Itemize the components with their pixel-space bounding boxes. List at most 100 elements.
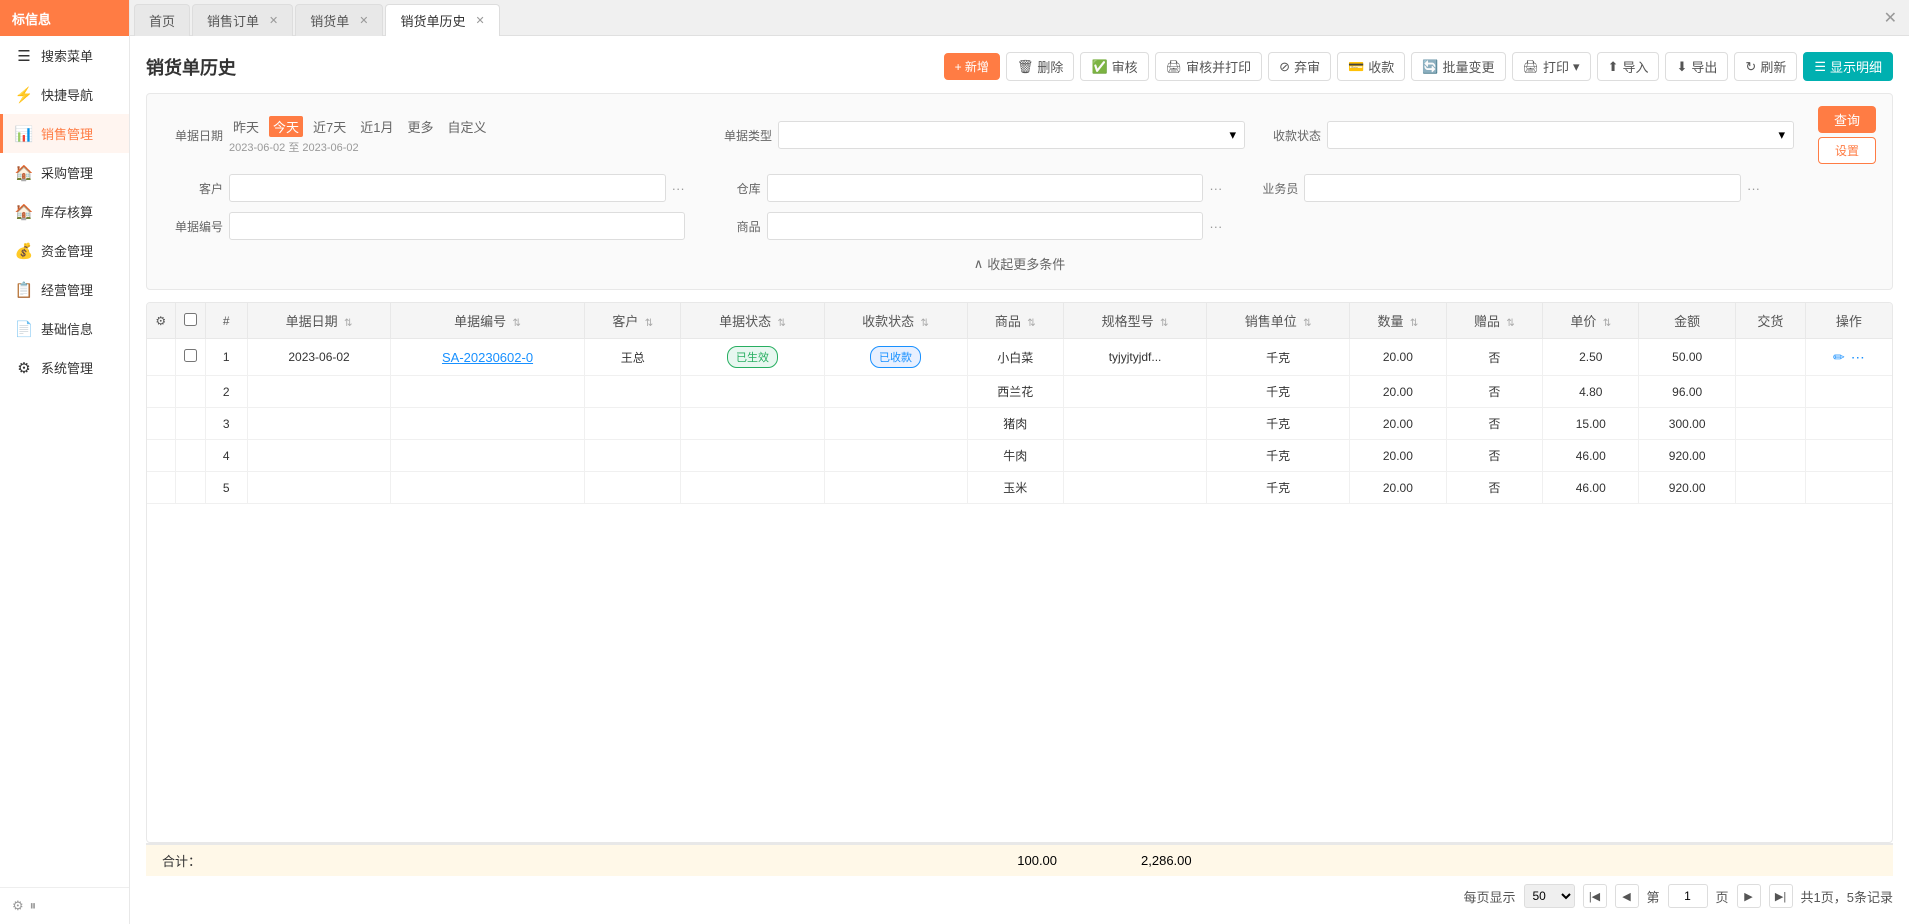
show-detail-button[interactable]: ☰ 显示明细	[1803, 52, 1893, 81]
checkbox-cell[interactable]	[175, 339, 205, 376]
next-page-button[interactable]: ▶	[1737, 884, 1761, 908]
checkbox-column-header[interactable]	[175, 303, 205, 339]
toolbar: + 新增 🗑 删除 ✅ 审核 🖨 审核并打印 ⊘ 弃审	[944, 52, 1893, 81]
sidebar-item-sales-mgmt[interactable]: 📊 销售管理	[0, 114, 129, 153]
close-all-tabs[interactable]: ✕	[1876, 8, 1905, 28]
table-header-row: ⚙ # 单据日期 ⇅ 单据编号 ⇅ 客户 ⇅	[147, 303, 1892, 339]
sidebar-item-quick-nav[interactable]: ⚡ 快捷导航	[0, 75, 129, 114]
goods-dots[interactable]: ···	[1209, 219, 1222, 234]
collect-button[interactable]: 💳 收款	[1337, 52, 1405, 81]
tab-sales-goods-close[interactable]: ✕	[359, 14, 368, 27]
page-number-input[interactable]	[1668, 884, 1708, 908]
warehouse-dots[interactable]: ···	[1209, 181, 1222, 196]
date-sort-icon: ⇅	[344, 318, 352, 329]
index-cell: 2	[205, 376, 248, 408]
date-tab-yesterday[interactable]: 昨天	[229, 116, 263, 137]
review-print-button[interactable]: 🖨 审核并打印	[1155, 52, 1263, 81]
checkbox-cell[interactable]	[175, 408, 205, 440]
date-tab-1month[interactable]: 近1月	[356, 116, 397, 137]
review-button[interactable]: ✅ 审核	[1080, 52, 1148, 81]
quick-nav-icon: ⚡	[15, 86, 33, 104]
tab-sales-history[interactable]: 销货单历史 ✕	[385, 4, 499, 36]
tab-sales-history-close[interactable]: ✕	[476, 14, 485, 27]
docno-cell[interactable]	[391, 376, 585, 408]
sidebar-item-search-menu[interactable]: ☰ 搜索菜单	[0, 36, 129, 75]
refresh-button[interactable]: ↻ 刷新	[1734, 52, 1797, 81]
filter-customer-input[interactable]	[229, 174, 666, 202]
goods-column-header[interactable]: 商品 ⇅	[967, 303, 1063, 339]
sidebar-item-finance-mgmt[interactable]: 💰 资金管理	[0, 231, 129, 270]
search-menu-icon: ☰	[15, 47, 33, 65]
delete-button[interactable]: 🗑 删除	[1006, 52, 1075, 81]
export-button[interactable]: ⬇ 导出	[1665, 52, 1728, 81]
row-checkbox[interactable]	[184, 349, 197, 362]
print-button[interactable]: 🖨 打印 ▾	[1512, 52, 1591, 81]
customer-dots[interactable]: ···	[672, 181, 685, 196]
filter-warehouse-input[interactable]	[767, 174, 1204, 202]
prev-page-button[interactable]: ◀	[1615, 884, 1639, 908]
data-table: ⚙ # 单据日期 ⇅ 单据编号 ⇅ 客户 ⇅	[147, 303, 1892, 504]
agent-dots[interactable]: ···	[1747, 181, 1760, 196]
first-page-button[interactable]: |◀	[1583, 884, 1607, 908]
docno-cell[interactable]: SA-20230602-0	[391, 339, 585, 376]
customer-column-header[interactable]: 客户 ⇅	[584, 303, 680, 339]
collapse-icon[interactable]: ⏸	[30, 898, 37, 914]
total-records-label: 共1页，5条记录	[1801, 887, 1893, 906]
sidebar-item-inventory[interactable]: 🏠 库存核算	[0, 192, 129, 231]
docno-column-header[interactable]: 单据编号 ⇅	[391, 303, 585, 339]
new-button[interactable]: + 新增	[944, 53, 1000, 80]
customer-cell	[584, 408, 680, 440]
import-button[interactable]: ⬆ 导入	[1597, 52, 1660, 81]
spec-column-header[interactable]: 规格型号 ⇅	[1064, 303, 1207, 339]
price-column-header[interactable]: 单价 ⇅	[1543, 303, 1639, 339]
import-icon: ⬆	[1608, 59, 1619, 75]
docno-cell[interactable]	[391, 408, 585, 440]
select-all-checkbox[interactable]	[184, 313, 197, 326]
sidebar-item-ops-mgmt[interactable]: 📋 经营管理	[0, 270, 129, 309]
filter-doc-no: 单据编号	[163, 212, 685, 240]
per-page-select[interactable]: 50 100 200	[1524, 884, 1575, 908]
customer-cell	[584, 440, 680, 472]
query-button[interactable]: 查询	[1818, 106, 1876, 133]
docno-cell[interactable]	[391, 440, 585, 472]
last-page-button[interactable]: ▶|	[1769, 884, 1793, 908]
collectstatus-column-header[interactable]: 收款状态 ⇅	[824, 303, 967, 339]
discard-button[interactable]: ⊘ 弃审	[1268, 52, 1331, 81]
goods-cell: 猪肉	[967, 408, 1063, 440]
date-column-header[interactable]: 单据日期 ⇅	[248, 303, 391, 339]
filter-doc-no-input[interactable]	[229, 212, 685, 240]
settings-icon[interactable]: ⚙	[12, 898, 24, 914]
more-icon[interactable]: ⋯	[1851, 349, 1865, 366]
edit-icon[interactable]: ✏	[1833, 349, 1845, 366]
filter-agent-input[interactable]	[1304, 174, 1741, 202]
filter-goods-input[interactable]	[767, 212, 1204, 240]
sidebar-item-purchase-mgmt[interactable]: 🏠 采购管理	[0, 153, 129, 192]
chevron-down-icon: ▾	[1229, 127, 1236, 143]
qty-column-header[interactable]: 数量 ⇅	[1350, 303, 1446, 339]
docno-cell[interactable]	[391, 472, 585, 504]
tab-sales-order-close[interactable]: ✕	[269, 14, 278, 27]
gear-column-header[interactable]: ⚙	[147, 303, 175, 339]
checkbox-cell[interactable]	[175, 376, 205, 408]
unit-column-header[interactable]: 销售单位 ⇅	[1207, 303, 1350, 339]
docstatus-column-header[interactable]: 单据状态 ⇅	[681, 303, 824, 339]
filter-doc-type-select[interactable]: ▾	[778, 121, 1245, 149]
settings-button[interactable]: 设置	[1818, 137, 1876, 164]
tab-home[interactable]: 首页	[134, 4, 190, 36]
checkbox-cell[interactable]	[175, 472, 205, 504]
date-tab-more[interactable]: 更多	[404, 116, 438, 137]
filter-collect-status-select[interactable]: ▾	[1327, 121, 1794, 149]
sidebar-item-sys-mgmt[interactable]: ⚙ 系统管理	[0, 348, 129, 387]
checkbox-cell[interactable]	[175, 440, 205, 472]
date-tab-today[interactable]: 今天	[269, 116, 303, 137]
date-tab-7days[interactable]: 近7天	[309, 116, 350, 137]
collapse-button[interactable]: ∧ 收起更多条件	[163, 250, 1876, 277]
tab-sales-order[interactable]: 销售订单 ✕	[192, 4, 293, 36]
table-row: 4牛肉千克20.00否46.00920.00	[147, 440, 1892, 472]
sidebar-item-basic-info[interactable]: 📄 基础信息	[0, 309, 129, 348]
tab-sales-goods[interactable]: 销货单 ✕	[295, 4, 383, 36]
trade-cell	[1735, 472, 1805, 504]
gift-column-header[interactable]: 赠品 ⇅	[1446, 303, 1542, 339]
batch-change-button[interactable]: 🔄 批量变更	[1411, 52, 1505, 81]
date-tab-custom[interactable]: 自定义	[444, 116, 491, 137]
